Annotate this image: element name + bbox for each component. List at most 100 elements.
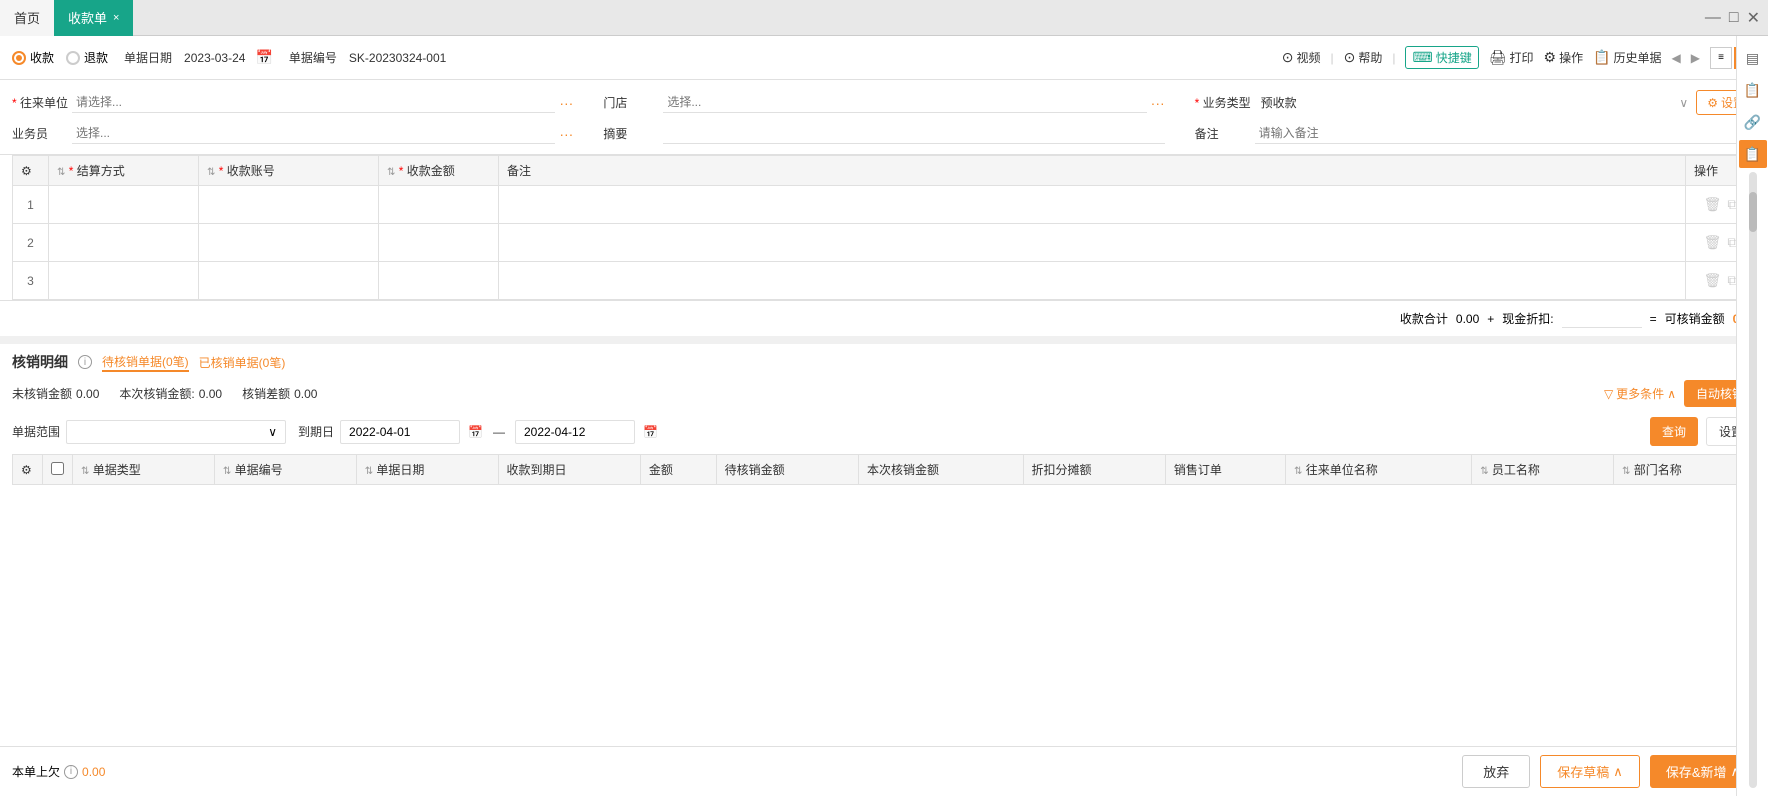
- row-2-settlement[interactable]: [49, 224, 199, 262]
- history-btn[interactable]: 📋 历史单据: [1593, 49, 1661, 66]
- radio-shoukuan-dot: [12, 51, 26, 65]
- number-field: 单据编号 SK-20230324-001: [289, 49, 446, 66]
- staff-input[interactable]: [72, 123, 555, 144]
- tab-close-icon[interactable]: ×: [113, 12, 119, 24]
- notes-input[interactable]: [1255, 123, 1756, 144]
- business-type-label: 业务类型: [1195, 94, 1255, 111]
- table-row: 2 🗑 ⧉: [13, 224, 1756, 262]
- video-btn[interactable]: ⊙ 视频: [1282, 49, 1321, 66]
- row-1-settlement[interactable]: [49, 186, 199, 224]
- more-conditions-label: 更多条件: [1616, 385, 1664, 402]
- date-label: 单据日期: [124, 49, 172, 66]
- staff-label: 业务员: [12, 125, 72, 142]
- row-1-delete-icon[interactable]: 🗑: [1704, 196, 1722, 213]
- writeoff-title: 核销明细: [12, 352, 68, 372]
- counterpart-input[interactable]: [72, 92, 555, 113]
- shortcut-btn[interactable]: ⌨ 快捷键: [1405, 46, 1478, 69]
- row-2-delete-icon[interactable]: 🗑: [1704, 234, 1722, 251]
- writeoff-header: 核销明细 i 待核销单据(0笔) 已核销单据(0笔): [12, 352, 1756, 372]
- sidebar-table-icon[interactable]: ▤: [1739, 44, 1767, 72]
- operation-btn[interactable]: ⚙ 操作: [1544, 49, 1584, 66]
- row-3-account[interactable]: [199, 262, 379, 300]
- row-1-account[interactable]: [199, 186, 379, 224]
- row-3-notes[interactable]: [499, 262, 1686, 300]
- window-min-icon[interactable]: —: [1705, 9, 1721, 27]
- right-sidebar: ▤ 📋 🔗 📋: [1736, 36, 1768, 796]
- more-conditions-btn[interactable]: ▽ 更多条件 ∧: [1604, 385, 1676, 402]
- staff-more-icon[interactable]: ···: [559, 126, 573, 142]
- row-3-settlement[interactable]: [49, 262, 199, 300]
- row-1-notes[interactable]: [499, 186, 1686, 224]
- due-end-calendar-icon[interactable]: 📅: [643, 425, 658, 439]
- row-3-amount[interactable]: [379, 262, 499, 300]
- col-gear-bottom: ⚙: [13, 455, 43, 485]
- summary-input[interactable]: [663, 123, 1164, 144]
- bottom-info-icon[interactable]: i: [64, 765, 78, 779]
- print-btn[interactable]: 🖨 打印: [1489, 49, 1534, 66]
- layout-list-icon[interactable]: ≡: [1710, 47, 1732, 69]
- window-close-icon[interactable]: ✕: [1747, 8, 1760, 28]
- counterpart-more-icon[interactable]: ···: [559, 95, 573, 111]
- shortcut-icon: ⌨: [1412, 49, 1432, 66]
- sidebar-form-icon[interactable]: 📋: [1739, 140, 1767, 168]
- help-icon: ⊙: [1344, 49, 1356, 66]
- query-button[interactable]: 查询: [1650, 417, 1698, 446]
- summary-group: 摘要: [603, 123, 1164, 144]
- save-draft-dropdown-icon[interactable]: ∧: [1613, 764, 1623, 780]
- range-select[interactable]: ∨: [66, 420, 286, 444]
- tab-home[interactable]: 首页: [0, 0, 54, 36]
- sidebar-link-icon[interactable]: 🔗: [1739, 108, 1767, 136]
- window-max-icon[interactable]: □: [1729, 9, 1739, 27]
- col-date-header: ⇅ 单据日期: [356, 455, 498, 485]
- row-2-notes[interactable]: [499, 224, 1686, 262]
- due-end-input[interactable]: [515, 420, 635, 444]
- sidebar-scrollbar[interactable]: [1749, 172, 1757, 788]
- date-value: 2023-03-24: [184, 51, 245, 65]
- save-draft-button[interactable]: 保存草稿 ∧: [1540, 755, 1640, 788]
- row-2-amount[interactable]: [379, 224, 499, 262]
- shop-group: 门店 ···: [603, 92, 1164, 113]
- range-dropdown-icon: ∨: [268, 425, 277, 439]
- done-tab[interactable]: 已核销单据(0笔): [199, 354, 286, 371]
- counterpart-label: 往来单位: [12, 94, 72, 111]
- col-amount-header: ⇅ 收款金额: [379, 156, 499, 186]
- pending-tab[interactable]: 待核销单据(0笔): [102, 353, 189, 372]
- calendar-icon[interactable]: 📅: [255, 49, 272, 66]
- row-2-account[interactable]: [199, 224, 379, 262]
- table-gear-icon[interactable]: ⚙: [21, 164, 32, 178]
- form-section: 往来单位 ··· 门店 ··· 业务类型 预收款 ∨ ⚙ 设置: [0, 80, 1768, 155]
- discount-input[interactable]: [1562, 309, 1642, 328]
- bottom-stat-value: 0.00: [82, 765, 105, 779]
- radio-shoukuan[interactable]: 收款: [12, 49, 54, 66]
- shop-input[interactable]: [663, 92, 1146, 113]
- bottom-gear-icon[interactable]: ⚙: [21, 463, 32, 477]
- nav-prev-icon[interactable]: ◀: [1672, 51, 1681, 65]
- filter-row: 单据范围 ∨ 到期日 📅 — 📅 查询 设置: [12, 417, 1756, 446]
- col-due-date-header: 收款到期日: [498, 455, 640, 485]
- shop-more-icon[interactable]: ···: [1151, 95, 1165, 111]
- row-3-delete-icon[interactable]: 🗑: [1704, 272, 1722, 289]
- writeoff-info-icon[interactable]: i: [78, 355, 92, 369]
- abandon-button[interactable]: 放弃: [1462, 755, 1530, 788]
- radio-tuidan[interactable]: 退款: [66, 49, 108, 66]
- video-icon: ⊙: [1282, 49, 1294, 66]
- business-type-dropdown-icon[interactable]: ∨: [1679, 96, 1688, 110]
- bottom-bar: 本单上欠 i 0.00 放弃 保存草稿 ∧ 保存&新增 ∧: [0, 746, 1768, 796]
- col-dept-header: ⇅ 部门名称: [1614, 455, 1756, 485]
- row-1-amount[interactable]: [379, 186, 499, 224]
- help-btn[interactable]: ⊙ 帮助: [1344, 49, 1383, 66]
- diff-stat: 核销差额 0.00: [242, 385, 317, 402]
- tab-bar-right: — □ ✕: [1705, 8, 1768, 28]
- business-type-value: 预收款: [1261, 94, 1297, 111]
- col-notes-header: 备注: [499, 156, 1686, 186]
- select-all-checkbox[interactable]: [51, 462, 64, 475]
- tab-shoukuan[interactable]: 收款单 ×: [54, 0, 133, 36]
- due-start-input[interactable]: [340, 420, 460, 444]
- operation-label: 操作: [1559, 49, 1583, 66]
- nav-next-icon[interactable]: ▶: [1691, 51, 1700, 65]
- sidebar-doc-icon[interactable]: 📋: [1739, 76, 1767, 104]
- type-radio-group: 收款 退款: [12, 49, 108, 66]
- due-start-calendar-icon[interactable]: 📅: [468, 425, 483, 439]
- counterpart-group: 往来单位 ···: [12, 92, 573, 113]
- tab-bar: 首页 收款单 × — □ ✕: [0, 0, 1768, 36]
